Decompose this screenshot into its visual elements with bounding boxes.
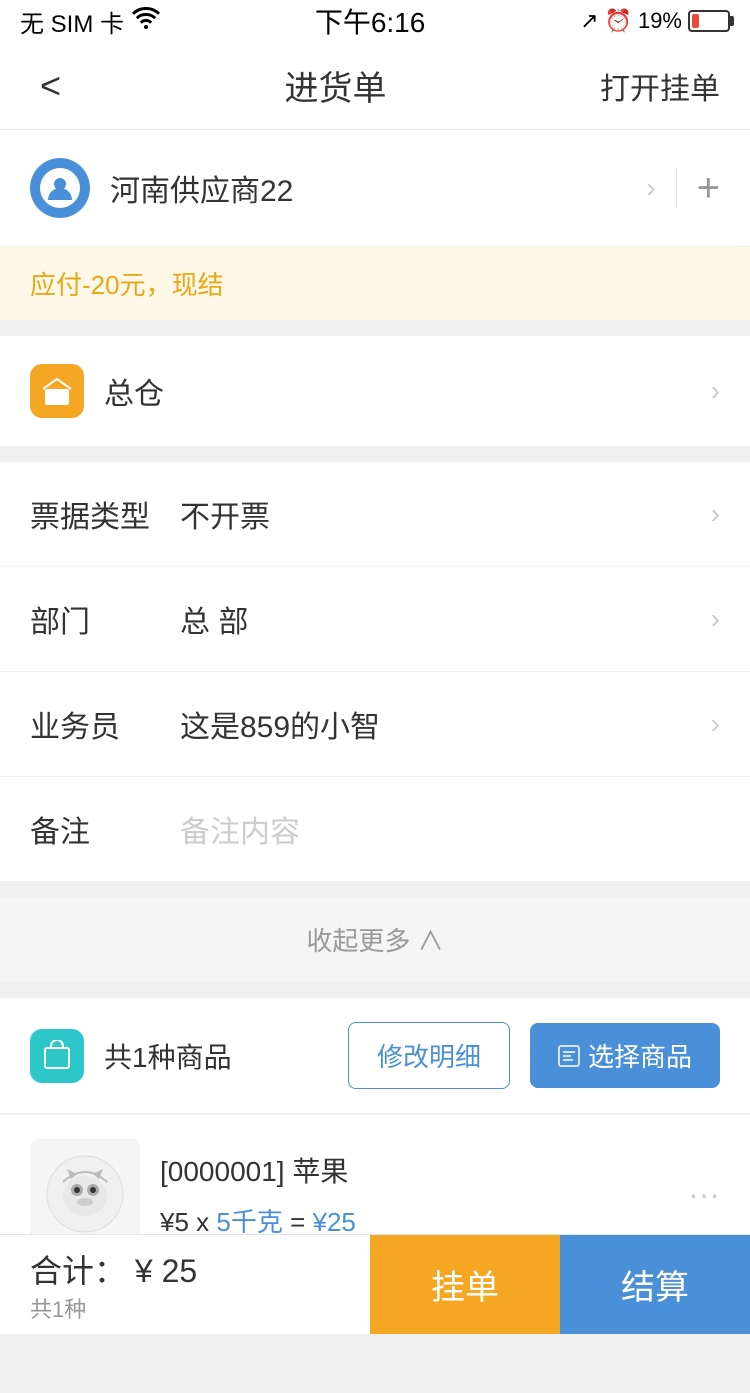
- status-bar: 无 SIM 卡 下午6:16 ↗ ⏰ 19%: [0, 0, 750, 42]
- warehouse-section: 总仓 ›: [0, 336, 750, 446]
- alert-text: 应付-20元，现结: [30, 270, 224, 300]
- battery-text: 19%: [638, 8, 682, 34]
- product-thumbnail: [30, 1139, 140, 1249]
- dept-chevron-icon: ›: [711, 603, 720, 635]
- location-icon: ↗: [580, 8, 598, 34]
- product-info: [0000001] 苹果 ¥5 x 5千克 = ¥25: [160, 1150, 668, 1239]
- staff-row[interactable]: 业务员 这是859的小智 ›: [0, 672, 750, 777]
- invoice-label: 票据类型: [30, 492, 150, 536]
- product-more-button[interactable]: ···: [688, 1176, 720, 1213]
- battery-icon: [688, 10, 730, 32]
- dept-value: 总 部: [150, 597, 711, 641]
- status-right: ↗ ⏰ 19%: [580, 8, 730, 34]
- total-amount: 合计： ¥ 25: [30, 1246, 340, 1292]
- staff-value: 这是859的小智: [150, 702, 711, 746]
- remark-row[interactable]: 备注 备注内容: [0, 777, 750, 881]
- bottom-bar: 合计： ¥ 25 共1种 挂单 结算: [0, 1234, 750, 1334]
- warehouse-row[interactable]: 总仓 ›: [0, 336, 750, 446]
- nav-bar: < 进货单 打开挂单: [0, 42, 750, 130]
- total-count: 共1种: [30, 1292, 340, 1324]
- warehouse-icon: [30, 364, 84, 418]
- invoice-row[interactable]: 票据类型 不开票 ›: [0, 462, 750, 567]
- supplier-avatar: [30, 158, 90, 218]
- back-button[interactable]: <: [30, 55, 71, 117]
- collapse-text: 收起更多 ∧: [306, 921, 443, 958]
- supplier-section: 河南供应商22 › + 应付-20元，现结: [0, 130, 750, 320]
- open-pending-button[interactable]: 打开挂单: [600, 64, 720, 108]
- total-value: ¥ 25: [135, 1253, 197, 1289]
- product-unit-price: ¥5 x: [160, 1207, 216, 1237]
- alert-banner: 应付-20元，现结: [0, 247, 750, 320]
- checkout-button[interactable]: 结算: [560, 1235, 750, 1334]
- invoice-chevron-icon: ›: [711, 498, 720, 530]
- warehouse-label: 总仓: [104, 369, 711, 413]
- collapse-row[interactable]: 收起更多 ∧: [0, 897, 750, 982]
- dept-row[interactable]: 部门 总 部 ›: [0, 567, 750, 672]
- product-header: 共1种商品 修改明细 选择商品: [0, 998, 750, 1113]
- product-count: 共1种商品: [104, 1036, 328, 1076]
- page-title: 进货单: [285, 61, 387, 110]
- remark-label: 备注: [30, 807, 150, 851]
- staff-label: 业务员: [30, 702, 150, 746]
- staff-chevron-icon: ›: [711, 708, 720, 740]
- form-section: 票据类型 不开票 › 部门 总 部 › 业务员 这是859的小智 › 备注 备注…: [0, 462, 750, 881]
- alarm-icon: ⏰: [605, 8, 632, 34]
- product-icon: [30, 1029, 84, 1083]
- pending-button[interactable]: 挂单: [370, 1235, 560, 1334]
- product-quantity: 5千克: [216, 1207, 282, 1237]
- select-product-button[interactable]: 选择商品: [530, 1023, 720, 1088]
- content: 河南供应商22 › + 应付-20元，现结 总仓 › 票据类型 不开票: [0, 130, 750, 1393]
- edit-detail-button[interactable]: 修改明细: [348, 1022, 510, 1089]
- supplier-row[interactable]: 河南供应商22 › +: [0, 130, 750, 247]
- product-equals: =: [283, 1207, 313, 1237]
- add-supplier-button[interactable]: +: [697, 166, 720, 211]
- dept-label: 部门: [30, 597, 150, 641]
- product-price: ¥5 x 5千克 = ¥25: [160, 1202, 668, 1239]
- warehouse-chevron-icon: ›: [711, 375, 720, 407]
- status-left: 无 SIM 卡: [20, 4, 160, 39]
- select-product-label: 选择商品: [588, 1037, 692, 1074]
- status-time: 下午6:16: [315, 1, 426, 41]
- product-total: ¥25: [312, 1207, 355, 1237]
- invoice-value: 不开票: [150, 492, 711, 536]
- carrier-text: 无 SIM 卡: [20, 4, 124, 39]
- total-label: 合计：: [30, 1253, 126, 1289]
- vertical-divider: [676, 168, 677, 208]
- remark-placeholder: 备注内容: [150, 807, 720, 851]
- product-name: [0000001] 苹果: [160, 1150, 668, 1190]
- supplier-name: 河南供应商22: [110, 166, 646, 210]
- bottom-total: 合计： ¥ 25 共1种: [0, 1246, 370, 1324]
- supplier-chevron-icon: ›: [646, 172, 655, 204]
- wifi-icon: [132, 7, 160, 36]
